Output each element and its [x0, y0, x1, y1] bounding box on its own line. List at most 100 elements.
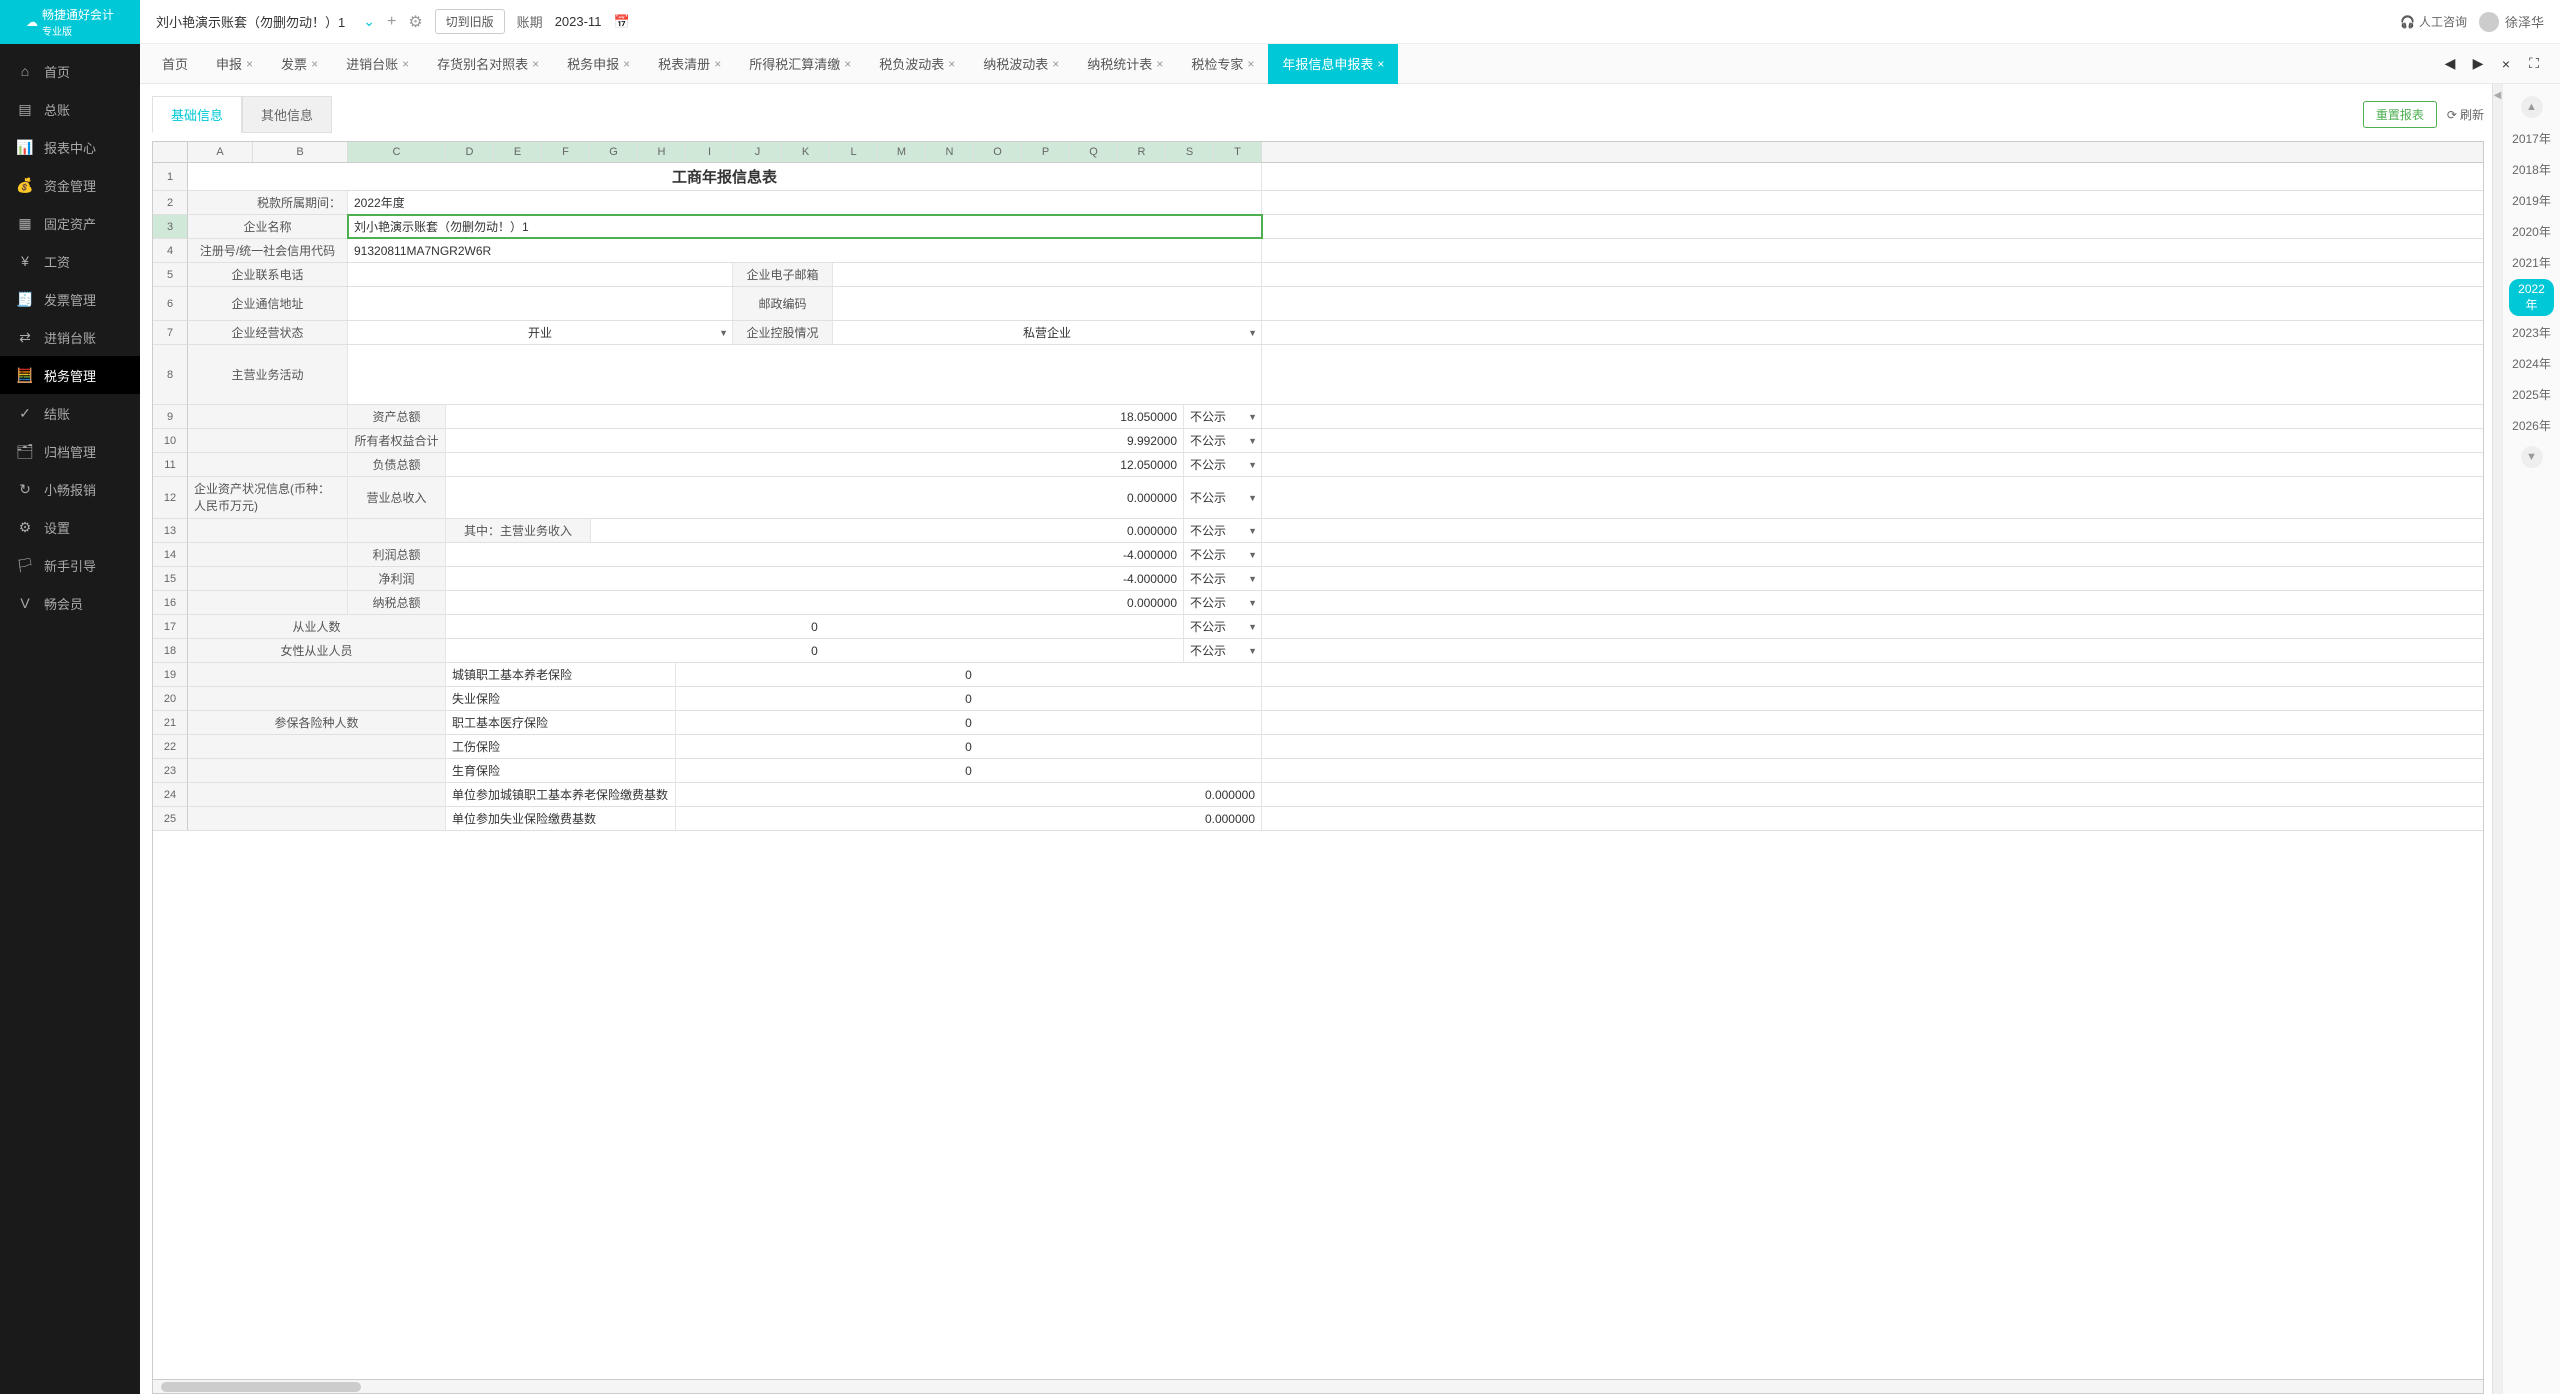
cell[interactable]: -4.000000: [446, 567, 1184, 590]
close-icon[interactable]: ×: [1156, 57, 1163, 71]
cell[interactable]: 刘小艳演示账套（勿删勿动！）1: [348, 215, 1262, 238]
row-header[interactable]: 24: [153, 783, 188, 806]
cell[interactable]: 0: [446, 639, 1184, 662]
cell[interactable]: 企业控股情况: [733, 321, 833, 344]
cell[interactable]: 0: [676, 759, 1262, 782]
col-header[interactable]: S: [1166, 142, 1214, 162]
cell[interactable]: 不公示▼: [1184, 453, 1262, 476]
year-item[interactable]: 2019年: [2503, 186, 2560, 215]
cell[interactable]: 私营企业▼: [833, 321, 1262, 344]
col-header[interactable]: M: [878, 142, 926, 162]
col-header[interactable]: R: [1118, 142, 1166, 162]
nav-item-11[interactable]: ↻小畅报销: [0, 470, 140, 508]
cell[interactable]: 不公示▼: [1184, 519, 1262, 542]
cell[interactable]: 0.000000: [591, 519, 1184, 542]
cell[interactable]: [348, 519, 446, 542]
year-item[interactable]: 2023年: [2503, 318, 2560, 347]
cell[interactable]: 城镇职工基本养老保险: [446, 663, 676, 686]
cell[interactable]: [348, 287, 733, 320]
nav-item-7[interactable]: ⇄进销台账: [0, 318, 140, 356]
year-item[interactable]: 2018年: [2503, 155, 2560, 184]
tabs-next-icon[interactable]: ▶: [2468, 55, 2488, 72]
cell[interactable]: 企业通信地址: [188, 287, 348, 320]
dropdown-icon[interactable]: ▼: [1248, 622, 1257, 632]
tab-2[interactable]: 发票×: [267, 44, 332, 84]
cell[interactable]: [188, 783, 446, 806]
close-icon[interactable]: ×: [246, 57, 253, 71]
nav-item-13[interactable]: 🏳新手引导: [0, 546, 140, 584]
cell[interactable]: 0: [446, 615, 1184, 638]
cell[interactable]: 注册号/统一社会信用代码: [188, 239, 348, 262]
year-item[interactable]: 2021年: [2503, 248, 2560, 277]
dropdown-icon[interactable]: ▼: [1248, 436, 1257, 446]
close-icon[interactable]: ×: [1247, 57, 1254, 71]
col-header[interactable]: N: [926, 142, 974, 162]
nav-item-14[interactable]: V畅会员: [0, 584, 140, 622]
col-header[interactable]: O: [974, 142, 1022, 162]
tab-12[interactable]: 年报信息申报表×: [1268, 44, 1398, 84]
cell[interactable]: [188, 453, 348, 476]
row-header[interactable]: 23: [153, 759, 188, 782]
cell[interactable]: 不公示▼: [1184, 615, 1262, 638]
close-icon[interactable]: ×: [844, 57, 851, 71]
col-header[interactable]: E: [494, 142, 542, 162]
cell[interactable]: -4.000000: [446, 543, 1184, 566]
close-icon[interactable]: ×: [402, 57, 409, 71]
dropdown-icon[interactable]: ▼: [1248, 493, 1257, 503]
row-header[interactable]: 16: [153, 591, 188, 614]
reset-report-button[interactable]: 重置报表: [2363, 101, 2437, 128]
cell[interactable]: 0: [676, 711, 1262, 734]
cell[interactable]: 其中：主营业务收入: [446, 519, 591, 542]
nav-item-8[interactable]: 🧮税务管理: [0, 356, 140, 394]
dropdown-icon[interactable]: ▼: [1248, 574, 1257, 584]
tabs-prev-icon[interactable]: ◀: [2440, 55, 2460, 72]
row-header[interactable]: 15: [153, 567, 188, 590]
nav-item-5[interactable]: ¥工资: [0, 242, 140, 280]
cell[interactable]: [188, 543, 348, 566]
row-header[interactable]: 9: [153, 405, 188, 428]
year-up-icon[interactable]: ▲: [2521, 96, 2543, 118]
col-header[interactable]: L: [830, 142, 878, 162]
cell[interactable]: 主营业务活动: [188, 345, 348, 404]
year-item[interactable]: 2017年: [2503, 124, 2560, 153]
cell[interactable]: 企业经营状态: [188, 321, 348, 344]
cell[interactable]: 18.050000: [446, 405, 1184, 428]
col-header[interactable]: A: [188, 142, 253, 162]
cell[interactable]: 不公示▼: [1184, 639, 1262, 662]
row-header[interactable]: 13: [153, 519, 188, 542]
tab-11[interactable]: 税检专家×: [1177, 44, 1268, 84]
cell[interactable]: 企业电子邮箱: [733, 263, 833, 286]
cell[interactable]: 净利润: [348, 567, 446, 590]
cell[interactable]: 0: [676, 735, 1262, 758]
year-item[interactable]: 2020年: [2503, 217, 2560, 246]
dropdown-icon[interactable]: ▼: [1248, 328, 1257, 338]
cell[interactable]: [348, 345, 1262, 404]
dropdown-icon[interactable]: ▼: [1248, 526, 1257, 536]
row-header[interactable]: 4: [153, 239, 188, 262]
cell[interactable]: 利润总额: [348, 543, 446, 566]
nav-item-9[interactable]: ✓结账: [0, 394, 140, 432]
dropdown-icon[interactable]: ▼: [1248, 550, 1257, 560]
scrollbar-thumb[interactable]: [161, 1382, 361, 1392]
close-icon[interactable]: ×: [623, 57, 630, 71]
fullscreen-icon[interactable]: ⛶: [2524, 55, 2544, 72]
row-header[interactable]: 21: [153, 711, 188, 734]
tab-4[interactable]: 存货别名对照表×: [423, 44, 553, 84]
cell[interactable]: 0.000000: [446, 591, 1184, 614]
cell[interactable]: 税款所属期间：: [188, 191, 348, 214]
row-header[interactable]: 18: [153, 639, 188, 662]
sheet-body[interactable]: 1工商年报信息表2税款所属期间：2022年度3企业名称刘小艳演示账套（勿删勿动！…: [153, 163, 2483, 1379]
nav-item-2[interactable]: 📊报表中心: [0, 128, 140, 166]
close-icon[interactable]: ×: [714, 57, 721, 71]
refresh-button[interactable]: ⟳ 刷新: [2447, 106, 2484, 123]
tabs-close-all-icon[interactable]: ×: [2496, 56, 2516, 72]
cell[interactable]: 工伤保险: [446, 735, 676, 758]
tab-10[interactable]: 纳税统计表×: [1073, 44, 1177, 84]
row-header[interactable]: 3: [153, 215, 188, 238]
nav-item-10[interactable]: 🗂归档管理: [0, 432, 140, 470]
cell[interactable]: [188, 567, 348, 590]
cell[interactable]: 工商年报信息表: [188, 163, 1262, 190]
cell[interactable]: 企业名称: [188, 215, 348, 238]
year-down-icon[interactable]: ▼: [2521, 446, 2543, 468]
cell[interactable]: [188, 663, 446, 686]
